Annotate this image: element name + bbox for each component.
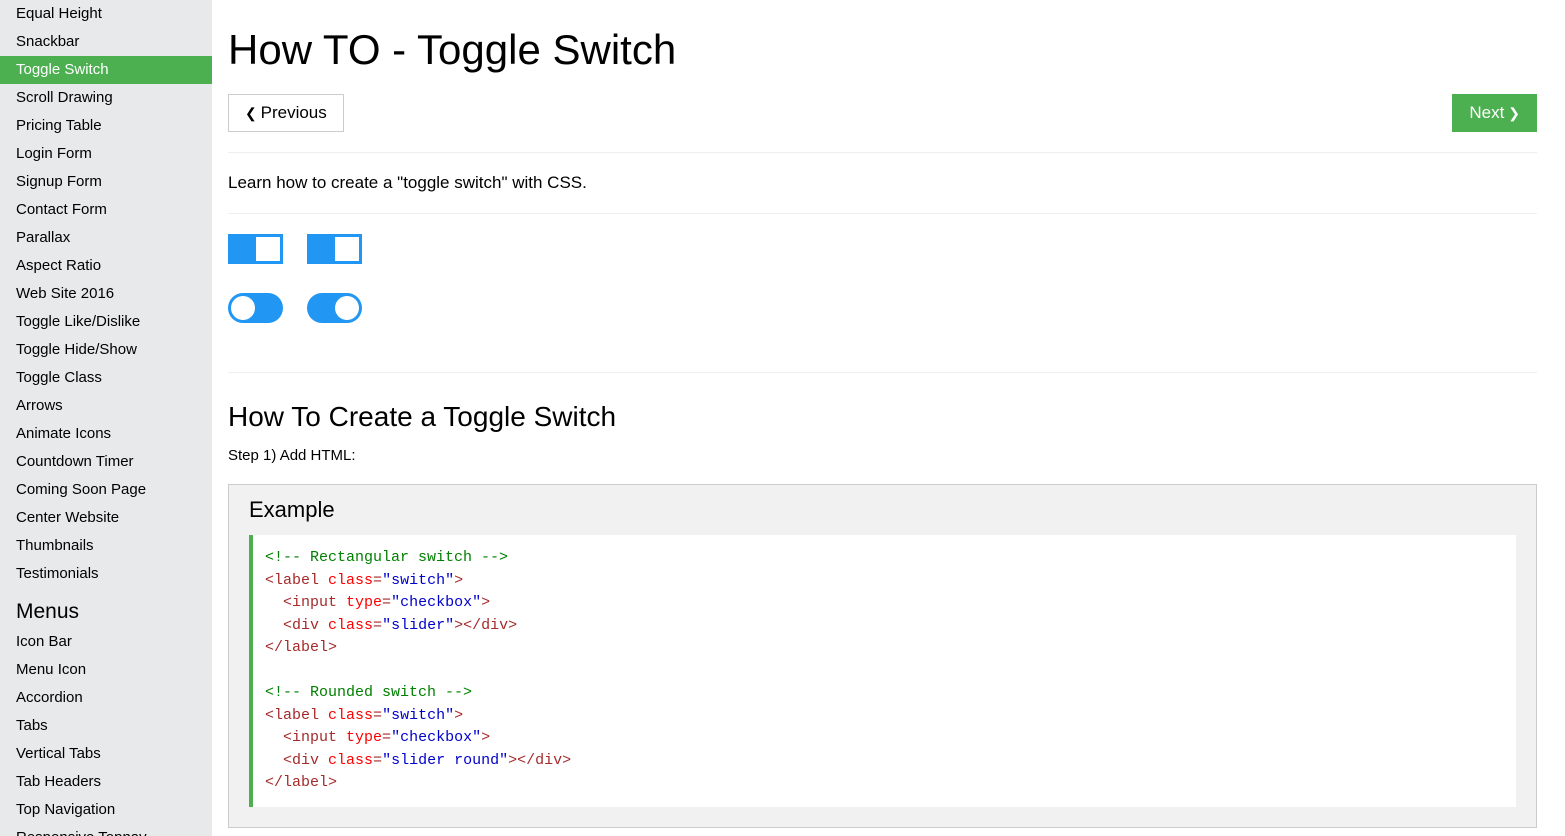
sidebar-item[interactable]: Toggle Class bbox=[0, 364, 212, 392]
switch-demo-row bbox=[228, 234, 1537, 293]
nav-buttons: ❮ Previous Next ❯ bbox=[228, 94, 1537, 132]
sidebar-item[interactable]: Accordion bbox=[0, 684, 212, 712]
toggle-switch-square[interactable] bbox=[307, 234, 362, 264]
divider bbox=[228, 152, 1537, 153]
sidebar-item[interactable]: Login Form bbox=[0, 140, 212, 168]
sidebar-item[interactable]: Thumbnails bbox=[0, 532, 212, 560]
divider bbox=[228, 372, 1537, 373]
example-heading: Example bbox=[249, 497, 1516, 523]
sidebar-item[interactable]: Tab Headers bbox=[0, 768, 212, 796]
previous-button[interactable]: ❮ Previous bbox=[228, 94, 344, 132]
next-label: Next bbox=[1469, 103, 1504, 123]
sidebar-section-heading: Menus bbox=[0, 588, 212, 628]
intro-text: Learn how to create a "toggle switch" wi… bbox=[228, 173, 1537, 193]
main-content: How TO - Toggle Switch ❮ Previous Next ❯… bbox=[212, 0, 1565, 836]
sidebar-item[interactable]: Contact Form bbox=[0, 196, 212, 224]
toggle-switch-round[interactable] bbox=[307, 293, 362, 323]
sidebar-item[interactable]: Scroll Drawing bbox=[0, 84, 212, 112]
section-heading: How To Create a Toggle Switch bbox=[228, 401, 1537, 433]
sidebar-item[interactable]: Testimonials bbox=[0, 560, 212, 588]
sidebar-list: Icon BarMenu IconAccordionTabsVertical T… bbox=[0, 628, 212, 836]
step-text: Step 1) Add HTML: bbox=[228, 447, 1537, 464]
sidebar-item[interactable]: Equal Height bbox=[0, 0, 212, 28]
sidebar-item[interactable]: Toggle Hide/Show bbox=[0, 336, 212, 364]
chevron-left-icon: ❮ bbox=[245, 105, 261, 122]
switch-demo-row bbox=[228, 293, 1537, 352]
switch-knob bbox=[256, 237, 280, 261]
sidebar-item[interactable]: Parallax bbox=[0, 224, 212, 252]
sidebar-item[interactable]: Pricing Table bbox=[0, 112, 212, 140]
sidebar-item-active[interactable]: Toggle Switch bbox=[0, 56, 212, 84]
sidebar-item[interactable]: Signup Form bbox=[0, 168, 212, 196]
sidebar-item[interactable]: Vertical Tabs bbox=[0, 740, 212, 768]
previous-label: Previous bbox=[261, 103, 327, 123]
sidebar-item[interactable]: Web Site 2016 bbox=[0, 280, 212, 308]
sidebar[interactable]: Equal HeightSnackbar Toggle Switch Scrol… bbox=[0, 0, 212, 836]
example-box: Example <!-- Rectangular switch --> <lab… bbox=[228, 484, 1537, 828]
next-button[interactable]: Next ❯ bbox=[1452, 94, 1537, 132]
sidebar-item[interactable]: Arrows bbox=[0, 392, 212, 420]
page-title: How TO - Toggle Switch bbox=[228, 26, 1537, 74]
sidebar-item[interactable]: Snackbar bbox=[0, 28, 212, 56]
switch-knob bbox=[335, 296, 359, 320]
sidebar-item[interactable]: Countdown Timer bbox=[0, 448, 212, 476]
sidebar-item[interactable]: Aspect Ratio bbox=[0, 252, 212, 280]
sidebar-item[interactable]: Icon Bar bbox=[0, 628, 212, 656]
sidebar-item[interactable]: Center Website bbox=[0, 504, 212, 532]
sidebar-item[interactable]: Menu Icon bbox=[0, 656, 212, 684]
sidebar-item[interactable]: Top Navigation bbox=[0, 796, 212, 824]
sidebar-item[interactable]: Responsive Topnav bbox=[0, 824, 212, 836]
switch-knob bbox=[231, 296, 255, 320]
switch-knob bbox=[335, 237, 359, 261]
chevron-right-icon: ❯ bbox=[1504, 105, 1520, 122]
toggle-switch-round[interactable] bbox=[228, 293, 283, 323]
sidebar-item[interactable]: Animate Icons bbox=[0, 420, 212, 448]
sidebar-list: Equal HeightSnackbar bbox=[0, 0, 212, 56]
sidebar-item[interactable]: Toggle Like/Dislike bbox=[0, 308, 212, 336]
sidebar-item[interactable]: Tabs bbox=[0, 712, 212, 740]
sidebar-list: Scroll DrawingPricing TableLogin FormSig… bbox=[0, 84, 212, 588]
divider bbox=[228, 213, 1537, 214]
code-block: <!-- Rectangular switch --> <label class… bbox=[249, 535, 1516, 807]
toggle-switch-square[interactable] bbox=[228, 234, 283, 264]
sidebar-item[interactable]: Coming Soon Page bbox=[0, 476, 212, 504]
